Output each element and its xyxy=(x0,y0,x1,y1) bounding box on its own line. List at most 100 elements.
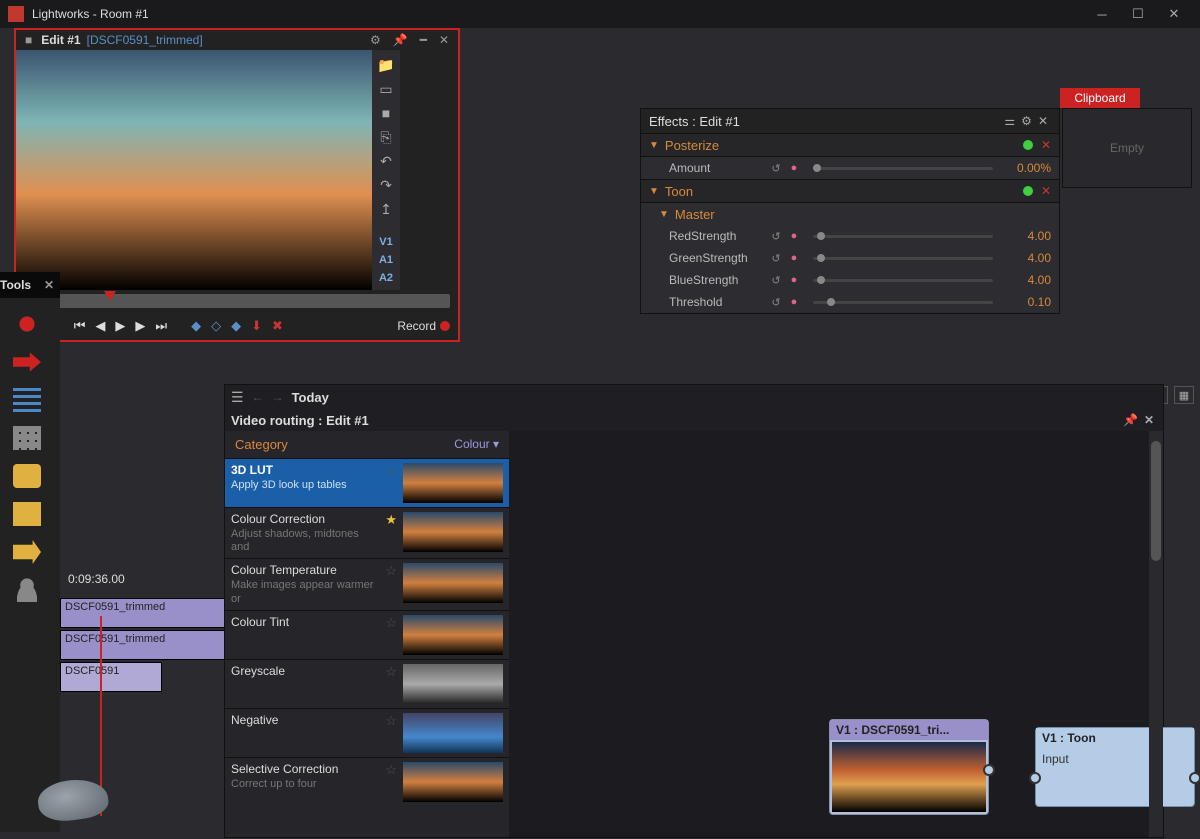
effect-enabled-led[interactable] xyxy=(1023,140,1033,150)
tools-close-icon[interactable]: ✕ xyxy=(44,278,54,292)
undo-icon[interactable]: ↶ xyxy=(377,152,395,170)
keyframe-icon[interactable]: ● xyxy=(787,251,801,265)
category-item-negative[interactable]: Negative ☆ xyxy=(225,708,509,757)
param-value[interactable]: 0.00% xyxy=(1001,161,1051,175)
gear-icon[interactable]: ⚙ xyxy=(1018,114,1035,128)
node-toon[interactable]: V1 : Toon Input xyxy=(1035,727,1195,807)
keyframe-icon[interactable]: ● xyxy=(787,273,801,287)
favorite-star-icon[interactable]: ☆ xyxy=(385,463,397,503)
favorite-star-icon[interactable]: ☆ xyxy=(385,713,397,753)
mark-in-button[interactable]: ◆ xyxy=(188,318,204,334)
mark-clear-button[interactable]: ◇ xyxy=(208,318,224,334)
keyframe-reset-icon[interactable]: ↺ xyxy=(769,251,783,265)
step-fwd-button[interactable]: ▶ xyxy=(132,318,148,334)
param-value[interactable]: 0.10 xyxy=(1001,295,1051,309)
timeline-clip[interactable]: DSCF0591_trimmed xyxy=(60,630,230,660)
category-item-selective-correction[interactable]: Selective Correction Correct up to four … xyxy=(225,757,509,806)
bracket-icon[interactable]: ⎘ xyxy=(377,128,395,146)
edit-tool-icon[interactable] xyxy=(13,388,41,412)
search-tool-icon[interactable] xyxy=(13,464,41,488)
favorite-star-icon[interactable]: ☆ xyxy=(385,615,397,655)
param-value[interactable]: 4.00 xyxy=(1001,251,1051,265)
category-dropdown[interactable]: Colour ▾ xyxy=(454,437,499,452)
track-a2[interactable]: A2 xyxy=(379,272,393,284)
close-icon[interactable]: ✕ xyxy=(1141,413,1157,427)
keyframe-reset-icon[interactable]: ↺ xyxy=(769,229,783,243)
keyframe-icon[interactable]: ● xyxy=(787,295,801,309)
effect-group-header[interactable]: ▼ Posterize ✕ xyxy=(641,133,1059,157)
minimize-icon[interactable]: ━ xyxy=(417,33,430,47)
track-a1[interactable]: A1 xyxy=(379,254,393,266)
keyframe-icon[interactable]: ● xyxy=(787,229,801,243)
close-icon[interactable]: ✕ xyxy=(436,33,452,47)
playhead-marker[interactable] xyxy=(104,291,116,301)
user-tool-icon[interactable] xyxy=(13,578,41,602)
category-item-greyscale[interactable]: Greyscale ☆ xyxy=(225,659,509,708)
goto-start-button[interactable]: ⏮ xyxy=(71,318,89,334)
keyframe-reset-icon[interactable]: ↺ xyxy=(769,295,783,309)
param-slider[interactable] xyxy=(813,301,993,304)
pin-icon[interactable]: 📌 xyxy=(390,33,411,47)
clipboard-tab[interactable]: Clipboard xyxy=(1060,88,1140,108)
effect-group-header[interactable]: ▼ Toon ✕ xyxy=(641,179,1059,203)
category-item-colour-tint[interactable]: Colour Tint ☆ xyxy=(225,610,509,659)
favorite-star-icon[interactable]: ☆ xyxy=(385,762,397,802)
scrub-bar[interactable] xyxy=(24,294,450,308)
effects-tool-icon[interactable] xyxy=(13,502,41,526)
mark-out-button[interactable]: ◆ xyxy=(228,318,244,334)
menu-icon[interactable]: ☰ xyxy=(231,389,244,406)
record-button[interactable]: Record xyxy=(397,319,450,333)
settings-icon[interactable]: ⚌ xyxy=(1001,114,1018,128)
timeline-clip[interactable]: DSCF0591_trimmed xyxy=(60,598,230,628)
param-value[interactable]: 4.00 xyxy=(1001,273,1051,287)
maximize-button[interactable]: ☐ xyxy=(1120,0,1156,28)
remove-effect-icon[interactable]: ✕ xyxy=(1041,138,1051,152)
gear-icon[interactable]: ⚙ xyxy=(367,33,384,47)
delete-button[interactable]: ✖ xyxy=(269,318,286,334)
export-tool-icon[interactable] xyxy=(13,540,41,564)
track-v1[interactable]: V1 xyxy=(379,236,392,248)
effect-enabled-led[interactable] xyxy=(1023,186,1033,196)
goto-end-button[interactable]: ⏭ xyxy=(152,318,170,334)
category-item-colour-temperature[interactable]: Colour Temperature Make images appear wa… xyxy=(225,558,509,609)
project-name[interactable]: Today xyxy=(292,390,329,405)
timeline-clip[interactable]: DSCF0591 xyxy=(60,662,162,692)
category-item-colour-correction[interactable]: Colour Correction Adjust shadows, midton… xyxy=(225,507,509,558)
node-output-port[interactable] xyxy=(983,764,995,776)
folder-icon[interactable]: 📁 xyxy=(377,56,395,74)
param-slider[interactable] xyxy=(813,279,993,282)
pin-icon[interactable]: 📌 xyxy=(1120,413,1141,427)
bin-tool-icon[interactable] xyxy=(13,426,41,450)
param-value[interactable]: 4.00 xyxy=(1001,229,1051,243)
export-icon[interactable]: ↥ xyxy=(377,200,395,218)
video-viewer[interactable] xyxy=(16,50,372,290)
effect-subgroup-header[interactable]: ▼ Master xyxy=(641,203,1059,225)
minimize-button[interactable]: ─ xyxy=(1084,0,1120,28)
nav-fwd-icon[interactable]: → xyxy=(272,390,284,404)
keyframe-icon[interactable]: ● xyxy=(787,161,801,175)
remove-effect-icon[interactable]: ✕ xyxy=(1041,184,1051,198)
category-item-3dlut[interactable]: 3D LUT Apply 3D look up tables ☆ xyxy=(225,458,509,507)
remove-button[interactable]: ⬇ xyxy=(248,318,265,334)
favorite-star-icon[interactable]: ★ xyxy=(385,512,397,554)
panel-icon[interactable]: ▭ xyxy=(377,80,395,98)
node-canvas[interactable]: V1 : DSCF0591_tri... V1 : Toon Input V1 … xyxy=(509,431,1163,837)
step-back-button[interactable]: ◀ xyxy=(92,318,108,334)
favorite-star-icon[interactable]: ☆ xyxy=(385,563,397,605)
record-tool-icon[interactable] xyxy=(13,312,41,336)
param-slider[interactable] xyxy=(813,257,993,260)
param-slider[interactable] xyxy=(813,167,993,170)
node-input-port[interactable] xyxy=(1029,772,1041,784)
favorite-star-icon[interactable]: ☆ xyxy=(385,664,397,704)
nav-back-icon[interactable]: ← xyxy=(252,390,264,404)
keyframe-reset-icon[interactable]: ↺ xyxy=(769,161,783,175)
close-icon[interactable]: ✕ xyxy=(1035,114,1051,128)
import-tool-icon[interactable] xyxy=(13,350,41,374)
play-button[interactable]: ▶ xyxy=(112,318,128,334)
node-scrollbar[interactable] xyxy=(1149,431,1163,837)
param-slider[interactable] xyxy=(813,235,993,238)
close-button[interactable]: ✕ xyxy=(1156,0,1192,28)
fill-icon[interactable]: ■ xyxy=(377,104,395,122)
node-source[interactable]: V1 : DSCF0591_tri... xyxy=(829,719,989,815)
grid-view-icon[interactable]: ▦ xyxy=(1174,386,1194,404)
